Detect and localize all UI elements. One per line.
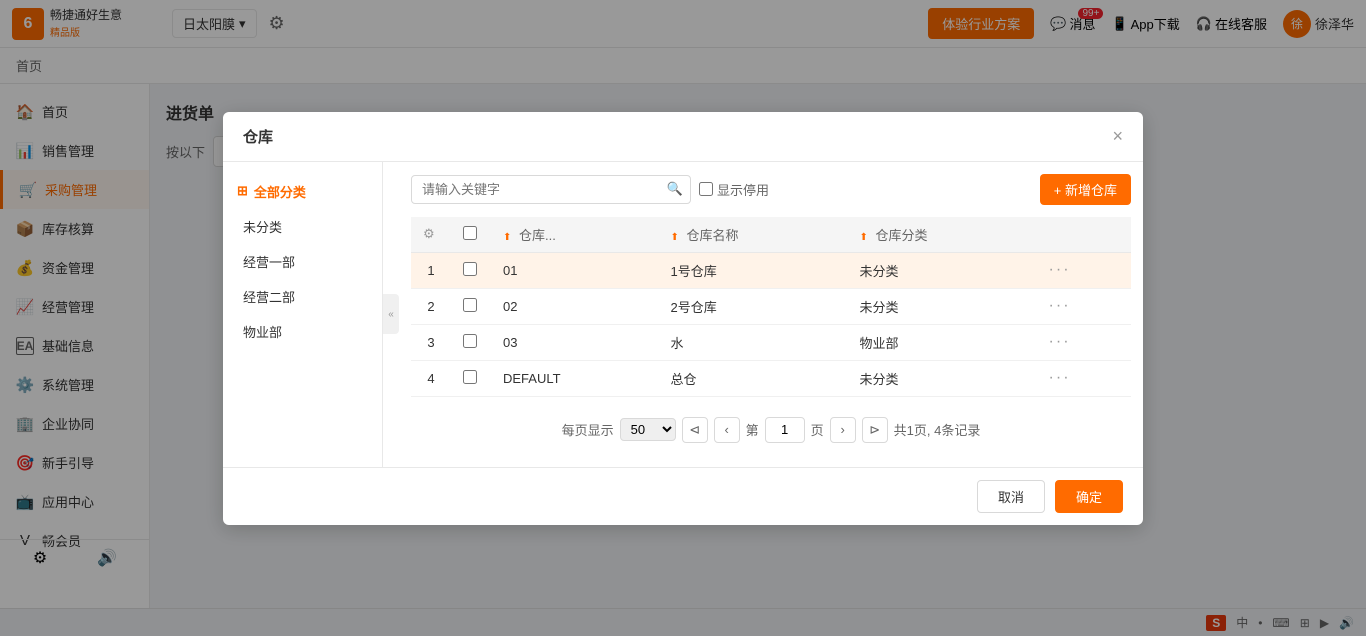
row-select-checkbox[interactable] <box>463 262 477 276</box>
cancel-button[interactable]: 取消 <box>977 480 1045 513</box>
row-select-checkbox[interactable] <box>463 334 477 348</box>
search-input[interactable] <box>411 175 691 204</box>
category-unclassified[interactable]: 未分类 <box>223 209 382 244</box>
all-category-label: 全部分类 <box>254 182 306 201</box>
col-category: ⬆ 仓库分类 <box>848 217 1037 253</box>
table-gear-icon[interactable]: ⚙ <box>423 226 435 241</box>
row-select-checkbox[interactable] <box>463 298 477 312</box>
search-input-wrap: 🔍 <box>411 175 691 204</box>
first-page-button[interactable]: ⊲ <box>682 417 708 443</box>
last-page-button[interactable]: ⊳ <box>862 417 888 443</box>
row-category: 未分类 <box>848 360 1037 396</box>
table-row[interactable]: 3 03 水 物业部 ··· <box>411 324 1131 360</box>
chevron-left-icon: « <box>388 309 394 320</box>
row-more-button[interactable]: ··· <box>1049 369 1071 386</box>
dialog-close-button[interactable]: × <box>1112 127 1123 145</box>
row-name: 总仓 <box>659 360 848 396</box>
row-checkbox[interactable] <box>451 252 491 288</box>
row-category: 未分类 <box>848 288 1037 324</box>
table-container: ⚙ ⬆ 仓库... ⬆ <box>411 217 1131 397</box>
warehouse-table: ⚙ ⬆ 仓库... ⬆ <box>411 217 1131 397</box>
search-icon[interactable]: 🔍 <box>667 181 683 197</box>
col-name: ⬆ 仓库名称 <box>659 217 848 253</box>
dialog-body: ⊞ 全部分类 未分类 经营一部 经营二部 物业部 « <box>223 162 1143 467</box>
row-code: 02 <box>491 288 659 324</box>
row-actions: ··· <box>1037 360 1131 396</box>
table-row[interactable]: 2 02 2号仓库 未分类 ··· <box>411 288 1131 324</box>
row-name: 水 <box>659 324 848 360</box>
prev-page-button[interactable]: ‹ <box>714 417 740 443</box>
row-checkbox[interactable] <box>451 324 491 360</box>
table-body: 1 01 1号仓库 未分类 ··· 2 02 2号仓库 未分类 ··· 3 03… <box>411 252 1131 396</box>
col-checkbox <box>451 217 491 253</box>
row-code: 03 <box>491 324 659 360</box>
category-property[interactable]: 物业部 <box>223 314 382 349</box>
collapse-panel-button[interactable]: « <box>383 294 399 334</box>
search-bar: 🔍 显示停用 + 新增仓库 <box>411 174 1131 205</box>
pagination: 每页显示 50 20 100 ⊲ ‹ 第 页 › ⊳ 共1页, 4条记录 <box>411 405 1131 455</box>
row-actions: ··· <box>1037 288 1131 324</box>
content-panel: 🔍 显示停用 + 新增仓库 ⚙ <box>399 162 1143 467</box>
table-row[interactable]: 4 DEFAULT 总仓 未分类 ··· <box>411 360 1131 396</box>
row-select-checkbox[interactable] <box>463 370 477 384</box>
page-label: 第 <box>746 420 759 439</box>
category-dept2[interactable]: 经营二部 <box>223 279 382 314</box>
next-page-button[interactable]: › <box>830 417 856 443</box>
per-page-label: 每页显示 <box>562 420 614 439</box>
page-unit: 页 <box>811 420 824 439</box>
show-disabled-label[interactable]: 显示停用 <box>699 180 769 199</box>
row-name: 2号仓库 <box>659 288 848 324</box>
row-category: 未分类 <box>848 252 1037 288</box>
row-code: DEFAULT <box>491 360 659 396</box>
row-code: 01 <box>491 252 659 288</box>
dialog-footer: 取消 确定 <box>223 467 1143 525</box>
new-warehouse-button[interactable]: + 新增仓库 <box>1040 174 1131 205</box>
row-num: 1 <box>411 252 451 288</box>
dialog-title: 仓库 <box>243 126 273 147</box>
select-all-checkbox[interactable] <box>463 226 477 240</box>
per-page-select[interactable]: 50 20 100 <box>620 418 676 441</box>
row-actions: ··· <box>1037 324 1131 360</box>
row-checkbox[interactable] <box>451 360 491 396</box>
row-more-button[interactable]: ··· <box>1049 261 1071 278</box>
category-dept1[interactable]: 经营一部 <box>223 244 382 279</box>
dialog-overlay: 仓库 × ⊞ 全部分类 未分类 经营一部 经营二部 <box>0 0 1366 636</box>
row-num: 3 <box>411 324 451 360</box>
row-name: 1号仓库 <box>659 252 848 288</box>
category-panel: ⊞ 全部分类 未分类 经营一部 经营二部 物业部 <box>223 162 383 467</box>
total-info: 共1页, 4条记录 <box>894 420 981 439</box>
row-more-button[interactable]: ··· <box>1049 333 1071 350</box>
dialog-header: 仓库 × <box>223 112 1143 162</box>
col-code: ⬆ 仓库... <box>491 217 659 253</box>
page-number-input[interactable] <box>765 417 805 443</box>
table-header: ⚙ ⬆ 仓库... ⬆ <box>411 217 1131 253</box>
row-num: 2 <box>411 288 451 324</box>
row-actions: ··· <box>1037 252 1131 288</box>
row-more-button[interactable]: ··· <box>1049 297 1071 314</box>
col-settings: ⚙ <box>411 217 451 253</box>
all-category-item[interactable]: ⊞ 全部分类 <box>223 174 382 209</box>
table-row[interactable]: 1 01 1号仓库 未分类 ··· <box>411 252 1131 288</box>
row-checkbox[interactable] <box>451 288 491 324</box>
row-category: 物业部 <box>848 324 1037 360</box>
confirm-button[interactable]: 确定 <box>1055 480 1123 513</box>
warehouse-dialog: 仓库 × ⊞ 全部分类 未分类 经营一部 经营二部 <box>223 112 1143 525</box>
row-num: 4 <box>411 360 451 396</box>
show-disabled-checkbox[interactable] <box>699 182 713 196</box>
col-actions <box>1037 217 1131 253</box>
grid-icon: ⊞ <box>237 183 248 199</box>
